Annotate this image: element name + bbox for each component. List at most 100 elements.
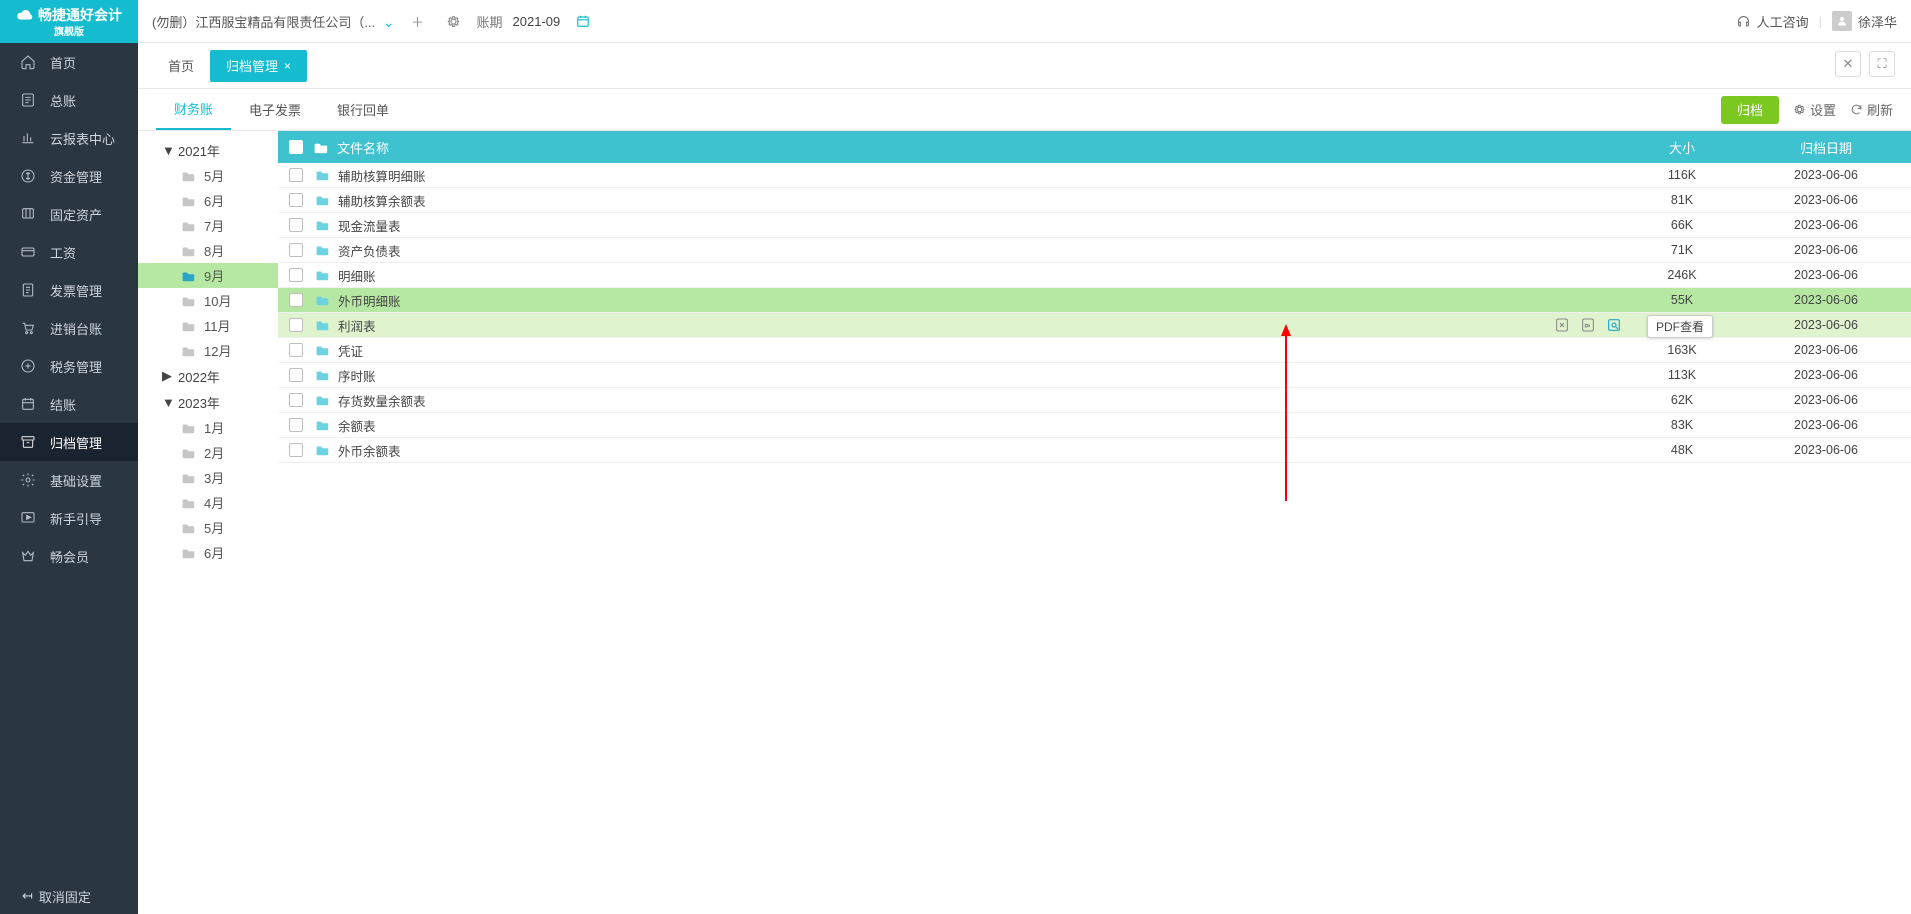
table-row[interactable]: 利润表PDF查看2K2023-06-06 [278,313,1911,338]
tree-month[interactable]: 10月 [138,288,278,313]
row-checkbox[interactable] [289,343,303,357]
calendar-icon[interactable] [570,8,596,34]
sidebar-item-archive[interactable]: 归档管理 [0,423,138,461]
sidebar-item-home[interactable]: 首页 [0,43,138,81]
period-value[interactable]: 2021-09 [513,14,561,29]
sidebar-item-play[interactable]: 新手引导 [0,499,138,537]
tree-month[interactable]: 12月 [138,338,278,363]
sidebar-item-label: 资金管理 [50,167,102,186]
table-row[interactable]: 资产负债表71K2023-06-06 [278,238,1911,263]
table-row[interactable]: 余额表83K2023-06-06 [278,413,1911,438]
fullscreen-icon[interactable]: ⛶ [1869,51,1895,77]
table-row[interactable]: 明细账246K2023-06-06 [278,263,1911,288]
subtab-2[interactable]: 银行回单 [319,89,407,130]
support-link[interactable]: 人工咨询 [1736,12,1809,31]
salary-icon [20,244,36,260]
table-row[interactable]: 外币明细账55K2023-06-06 [278,288,1911,313]
file-size: 55K [1623,293,1741,307]
tree-year[interactable]: ▼2021年 [138,137,278,163]
tree-month[interactable]: 6月 [138,188,278,213]
gear-icon[interactable] [441,8,467,34]
sidebar-item-salary[interactable]: 工资 [0,233,138,271]
pdf-view-icon[interactable] [1605,316,1623,334]
folder-icon [316,294,330,306]
tree-year[interactable]: ▶2022年 [138,363,278,389]
sidebar-item-cart[interactable]: 进销台账 [0,309,138,347]
tree-month[interactable]: 7月 [138,213,278,238]
table-row[interactable]: 现金流量表66K2023-06-06 [278,213,1911,238]
file-name: 凭证 [338,341,363,360]
archive-date: 2023-06-06 [1741,243,1911,257]
table-row[interactable]: 辅助核算余额表81K2023-06-06 [278,188,1911,213]
file-size: 246K [1623,268,1741,282]
sidebar-item-vip[interactable]: 畅会员 [0,537,138,575]
sidebar-item-label: 基础设置 [50,471,102,490]
archive-date: 2023-06-06 [1741,368,1911,382]
row-checkbox[interactable] [289,418,303,432]
tree-month[interactable]: 4月 [138,490,278,515]
row-checkbox[interactable] [289,318,303,332]
settings-link[interactable]: 设置 [1793,100,1836,119]
folder-icon [316,394,330,406]
row-checkbox[interactable] [289,443,303,457]
sidebar-item-tax[interactable]: 税务管理 [0,347,138,385]
row-checkbox[interactable] [289,193,303,207]
file-size: 48K [1623,443,1741,457]
table-row[interactable]: 序时账113K2023-06-06 [278,363,1911,388]
archive-date: 2023-06-06 [1741,168,1911,182]
sidebar-item-close-period[interactable]: 结账 [0,385,138,423]
folder-icon [316,219,330,231]
close-all-icon[interactable]: ✕ [1835,51,1861,77]
user-menu[interactable]: 徐泽华 [1832,11,1897,31]
sidebar-item-chart[interactable]: 云报表中心 [0,119,138,157]
company-selector[interactable]: (勿删）江西服宝精品有限责任公司（... ⌄ [152,12,395,31]
row-checkbox[interactable] [289,268,303,282]
sidebar-item-ledger[interactable]: 总账 [0,81,138,119]
export-excel-icon[interactable] [1553,316,1571,334]
sidebar-item-asset[interactable]: 固定资产 [0,195,138,233]
file-name: 明细账 [338,266,376,285]
gear-icon [1793,103,1806,116]
tab-归档管理[interactable]: 归档管理× [210,50,307,82]
headset-icon [1736,14,1751,29]
tree-month[interactable]: 9月 [138,263,278,288]
row-checkbox[interactable] [289,243,303,257]
table-row[interactable]: 凭证163K2023-06-06 [278,338,1911,363]
tab-首页[interactable]: 首页 [152,50,210,82]
tree-month[interactable]: 3月 [138,465,278,490]
page-tabs: 首页归档管理× ✕ ⛶ [138,43,1911,89]
row-checkbox[interactable] [289,168,303,182]
table-row[interactable]: 存货数量余额表62K2023-06-06 [278,388,1911,413]
select-all-checkbox[interactable] [289,140,303,154]
subtab-1[interactable]: 电子发票 [231,89,319,130]
refresh-link[interactable]: 刷新 [1850,100,1893,119]
sidebar-item-invoice[interactable]: 发票管理 [0,271,138,309]
export-pdf-icon[interactable] [1579,316,1597,334]
tree-year[interactable]: ▼2023年 [138,389,278,415]
subtab-0[interactable]: 财务账 [156,89,231,130]
row-checkbox[interactable] [289,368,303,382]
gear-icon [20,472,36,488]
file-table: 文件名称 大小 归档日期 辅助核算明细账116K2023-06-06辅助核算余额… [278,131,1911,914]
tree-month[interactable]: 2月 [138,440,278,465]
row-checkbox[interactable] [289,218,303,232]
tree-month[interactable]: 5月 [138,163,278,188]
tree-month[interactable]: 5月 [138,515,278,540]
file-name: 利润表 [338,316,376,335]
archive-button[interactable]: 归档 [1721,96,1779,124]
sidebar-item-gear[interactable]: 基础设置 [0,461,138,499]
add-icon[interactable]: ＋ [405,8,431,34]
tree-month[interactable]: 1月 [138,415,278,440]
sidebar-item-money[interactable]: 资金管理 [0,157,138,195]
file-size: 113K [1623,368,1741,382]
table-row[interactable]: 辅助核算明细账116K2023-06-06 [278,163,1911,188]
close-icon[interactable]: × [284,59,291,73]
tree-month[interactable]: 6月 [138,540,278,565]
tree-month[interactable]: 8月 [138,238,278,263]
table-row[interactable]: 外币余额表48K2023-06-06 [278,438,1911,463]
row-checkbox[interactable] [289,293,303,307]
vip-icon [20,548,36,564]
sidebar-unpin[interactable]: ↤ 取消固定 [0,878,138,914]
tree-month[interactable]: 11月 [138,313,278,338]
row-checkbox[interactable] [289,393,303,407]
